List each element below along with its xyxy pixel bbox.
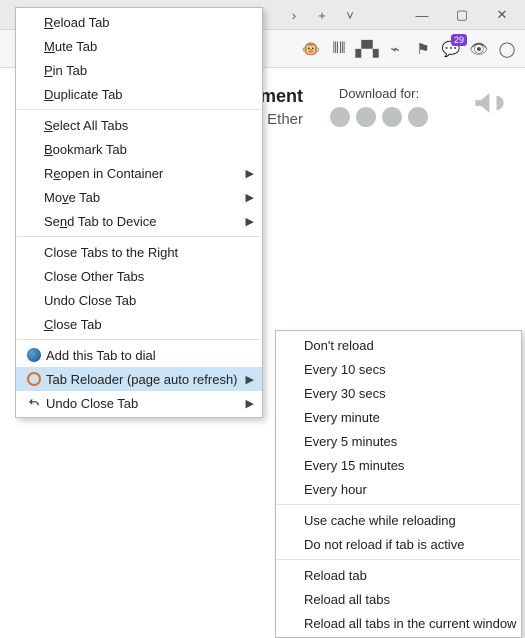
menu-item-send-tab-to-device[interactable]: Send Tab to Device▶ bbox=[16, 209, 262, 233]
menu-item-label: Send Tab to Device bbox=[44, 214, 240, 229]
tab-context-menu[interactable]: Reload Tab Mute Tab Pin Tab Duplicate Tab Se… bbox=[15, 7, 263, 418]
menu-item-tab-reloader-page-auto-refresh[interactable]: Tab Reloader (page auto refresh)▶ bbox=[16, 367, 262, 391]
menu-item-bookmark-tab[interactable]: Bookmark Tab bbox=[16, 137, 262, 161]
menu-item-label: Close Tabs to the Right bbox=[44, 245, 254, 260]
menu-item-move-tab[interactable]: Move Tab▶ bbox=[16, 185, 262, 209]
menu-item-label: Reload Tab bbox=[44, 15, 254, 30]
extension-flag-icon[interactable]: ⚑ bbox=[413, 39, 433, 59]
menu-item-label: Reload all tabs in the current window bbox=[304, 616, 516, 631]
menu-item-pin-tab[interactable]: Pin Tab bbox=[16, 58, 262, 82]
page-subtitle: Ether bbox=[260, 111, 303, 128]
menu-item-label: Reload all tabs bbox=[304, 592, 513, 607]
menu-item-reload-all-tabs[interactable]: Reload all tabs bbox=[276, 587, 521, 611]
new-tab-button[interactable]: + bbox=[314, 8, 330, 23]
submenu-arrow-icon: ▶ bbox=[240, 215, 254, 228]
menu-item-label: Undo Close Tab bbox=[46, 396, 240, 411]
submenu-arrow-icon: ▶ bbox=[240, 397, 254, 410]
download-for-block: Download for: bbox=[330, 86, 428, 127]
speed-dial-icon bbox=[24, 348, 44, 362]
menu-item-label: Every 5 minutes bbox=[304, 434, 513, 449]
menu-item-add-this-tab-to-dial[interactable]: Add this Tab to dial bbox=[16, 343, 262, 367]
menu-separator bbox=[17, 109, 261, 110]
menu-item-reload-tab[interactable]: Reload tab bbox=[276, 563, 521, 587]
messages-badge-count: 29 bbox=[451, 34, 467, 46]
menu-item-label: Every hour bbox=[304, 482, 513, 497]
tabstrip-controls: › + ˅ bbox=[286, 0, 358, 30]
tab-nav-next-icon[interactable]: › bbox=[286, 8, 302, 23]
menu-item-label: Duplicate Tab bbox=[44, 87, 254, 102]
menu-item-label: Every minute bbox=[304, 410, 513, 425]
menu-item-undo-close-tab[interactable]: Undo Close Tab▶ bbox=[16, 391, 262, 415]
menu-item-mute-tab[interactable]: Mute Tab bbox=[16, 34, 262, 58]
menu-separator bbox=[17, 236, 261, 237]
menu-item-reload-all-tabs-in-the-current-window[interactable]: Reload all tabs in the current window bbox=[276, 611, 521, 635]
download-for-label: Download for: bbox=[330, 86, 428, 101]
browser-edge-icon[interactable] bbox=[408, 107, 428, 127]
undo-icon bbox=[24, 396, 44, 410]
menu-item-label: Close Other Tabs bbox=[44, 269, 254, 284]
menu-item-close-other-tabs[interactable]: Close Other Tabs bbox=[16, 264, 262, 288]
submenu-arrow-icon: ▶ bbox=[240, 373, 254, 386]
tab-reloader-submenu[interactable]: Don't reload Every 10 secs Every 30 secs Ev… bbox=[275, 330, 522, 638]
download-browser-icons bbox=[330, 107, 428, 127]
extension-rss-icon[interactable]: ⌁ bbox=[385, 39, 405, 59]
menu-item-label: Use cache while reloading bbox=[304, 513, 513, 528]
extension-blocks-icon[interactable]: ▞▚ bbox=[357, 39, 377, 59]
menu-item-every-15-minutes[interactable]: Every 15 minutes bbox=[276, 453, 521, 477]
menu-item-label: Undo Close Tab bbox=[44, 293, 254, 308]
page-title: ment bbox=[260, 86, 303, 107]
menu-item-reopen-in-container[interactable]: Reopen in Container▶ bbox=[16, 161, 262, 185]
window-maximize-button[interactable]: ▢ bbox=[453, 7, 471, 23]
extension-eye-icon[interactable]: 👁 bbox=[469, 39, 489, 59]
menu-item-duplicate-tab[interactable]: Duplicate Tab bbox=[16, 82, 262, 106]
menu-item-label: Mute Tab bbox=[44, 39, 254, 54]
extension-monkey-icon[interactable]: 🐵 bbox=[301, 39, 321, 59]
browser-chrome-icon[interactable] bbox=[330, 107, 350, 127]
extension-spinner-icon[interactable]: ◯ bbox=[497, 39, 517, 59]
menu-item-label: Every 10 secs bbox=[304, 362, 513, 377]
menu-item-label: Add this Tab to dial bbox=[46, 348, 254, 363]
tab-list-dropdown-icon[interactable]: ˅ bbox=[342, 8, 358, 23]
menu-separator bbox=[17, 339, 261, 340]
menu-item-label: Bookmark Tab bbox=[44, 142, 254, 157]
menu-item-label: Every 15 minutes bbox=[304, 458, 513, 473]
page-title-block: ment Ether bbox=[260, 86, 303, 128]
browser-firefox-icon[interactable] bbox=[356, 107, 376, 127]
menu-separator bbox=[277, 559, 520, 560]
menu-item-every-minute[interactable]: Every minute bbox=[276, 405, 521, 429]
menu-item-label: Close Tab bbox=[44, 317, 254, 332]
menu-item-undo-close-tab[interactable]: Undo Close Tab bbox=[16, 288, 262, 312]
menu-item-label: Tab Reloader (page auto refresh) bbox=[46, 372, 240, 387]
megaphone-icon bbox=[471, 86, 505, 120]
window-close-button[interactable]: ✕ bbox=[493, 7, 511, 23]
menu-item-do-not-reload-if-tab-is-active[interactable]: Do not reload if tab is active bbox=[276, 532, 521, 556]
menu-item-label: Move Tab bbox=[44, 190, 240, 205]
menu-item-use-cache-while-reloading[interactable]: Use cache while reloading bbox=[276, 508, 521, 532]
extension-messages-icon[interactable]: 💬 29 bbox=[441, 39, 461, 59]
menu-item-label: Pin Tab bbox=[44, 63, 254, 78]
menu-item-label: Do not reload if tab is active bbox=[304, 537, 513, 552]
menu-item-don-t-reload[interactable]: Don't reload bbox=[276, 333, 521, 357]
submenu-arrow-icon: ▶ bbox=[240, 191, 254, 204]
extension-equalizer-icon[interactable]: ⦀⦀ bbox=[329, 39, 349, 59]
tab-reloader-icon bbox=[24, 372, 44, 386]
menu-item-label: Select All Tabs bbox=[44, 118, 254, 133]
menu-item-label: Reload tab bbox=[304, 568, 513, 583]
menu-item-select-all-tabs[interactable]: Select All Tabs bbox=[16, 113, 262, 137]
menu-item-every-5-minutes[interactable]: Every 5 minutes bbox=[276, 429, 521, 453]
menu-item-every-hour[interactable]: Every hour bbox=[276, 477, 521, 501]
menu-item-label: Don't reload bbox=[304, 338, 513, 353]
menu-item-close-tab[interactable]: Close Tab bbox=[16, 312, 262, 336]
menu-item-reload-tab[interactable]: Reload Tab bbox=[16, 10, 262, 34]
window-minimize-button[interactable]: — bbox=[413, 8, 431, 23]
window-controls: — ▢ ✕ bbox=[413, 0, 521, 30]
browser-opera-icon[interactable] bbox=[382, 107, 402, 127]
submenu-arrow-icon: ▶ bbox=[240, 167, 254, 180]
menu-item-label: Reopen in Container bbox=[44, 166, 240, 181]
menu-separator bbox=[277, 504, 520, 505]
menu-item-label: Every 30 secs bbox=[304, 386, 513, 401]
menu-item-every-10-secs[interactable]: Every 10 secs bbox=[276, 357, 521, 381]
menu-item-every-30-secs[interactable]: Every 30 secs bbox=[276, 381, 521, 405]
menu-item-close-tabs-to-the-right[interactable]: Close Tabs to the Right bbox=[16, 240, 262, 264]
